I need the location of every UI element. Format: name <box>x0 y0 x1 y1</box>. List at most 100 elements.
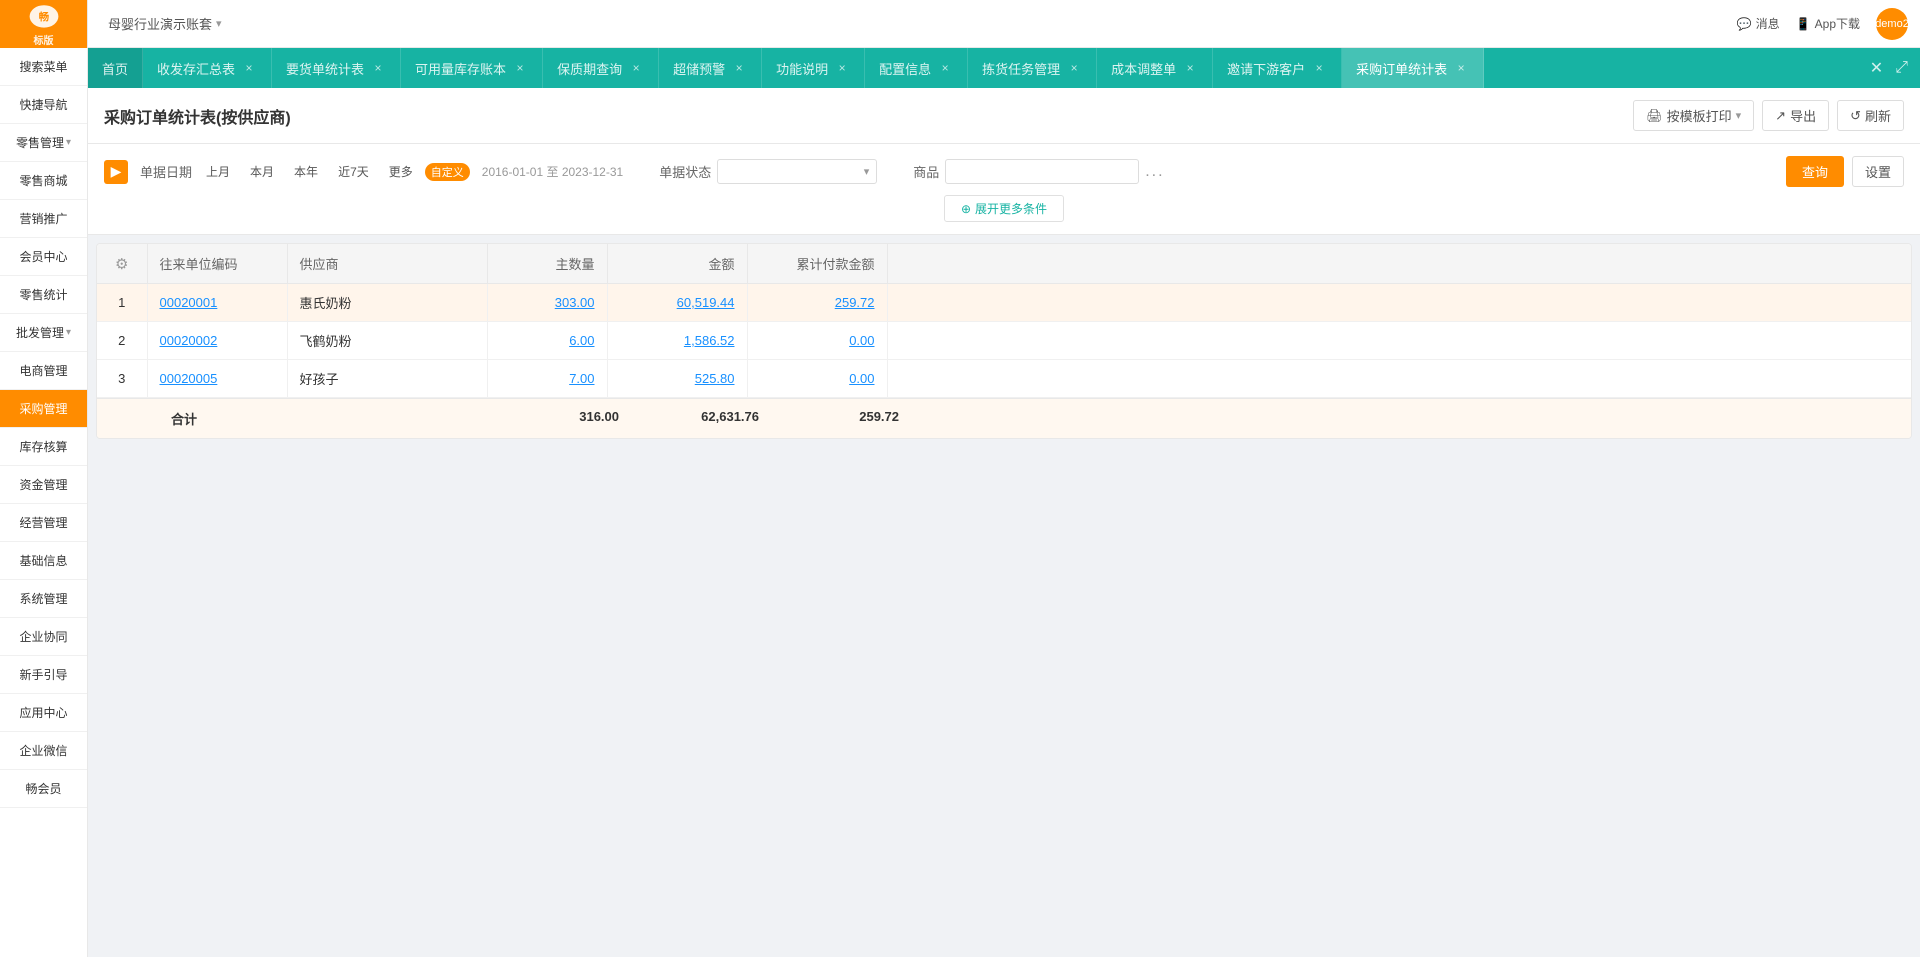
status-filter-field: 单据状态 <box>659 159 877 184</box>
user-avatar[interactable]: demo2 <box>1876 8 1908 40</box>
sidebar-item-enterprise-wechat[interactable]: 企业微信 <box>0 732 87 770</box>
sidebar: 畅 标版 搜索菜单快捷导航零售管理▾零售商城营销推广会员中心零售统计批发管理▾电… <box>0 0 88 957</box>
query-btn[interactable]: 查询 <box>1786 156 1844 187</box>
sidebar-item-retail-mall[interactable]: 零售商城 <box>0 162 87 200</box>
tab-close-invite-downstream[interactable]: × <box>1311 60 1327 76</box>
tab-invite-downstream[interactable]: 邀请下游客户 × <box>1213 48 1342 88</box>
more-date-shortcut[interactable]: 更多 <box>381 161 421 182</box>
cell-code-1[interactable]: 00020002 <box>147 322 287 360</box>
tab-close-pick-task[interactable]: × <box>1066 60 1082 76</box>
sidebar-item-marketing[interactable]: 营销推广 <box>0 200 87 238</box>
export-btn[interactable]: ↗ 导出 <box>1762 100 1829 131</box>
goods-label: 商品 <box>913 162 939 181</box>
tab-func-desc[interactable]: 功能说明× <box>762 48 865 88</box>
sidebar-item-vip[interactable]: 畅会员 <box>0 770 87 808</box>
maximize-btn[interactable]: ⤢ <box>1891 55 1912 81</box>
cell-code-0[interactable]: 00020001 <box>147 284 287 322</box>
sidebar-item-ecommerce[interactable]: 电商管理 <box>0 352 87 390</box>
tab-close-purchase-stats[interactable]: × <box>1453 60 1469 76</box>
tab-close-receive[interactable]: × <box>241 60 257 76</box>
app-subtitle: 标版 <box>34 32 54 47</box>
tab-close-func-desc[interactable]: × <box>834 60 850 76</box>
tab-close-overstock[interactable]: × <box>731 60 747 76</box>
tab-config-info[interactable]: 配置信息× <box>865 48 968 88</box>
sidebar-item-enterprise[interactable]: 企业协同 <box>0 618 87 656</box>
col-header-code: 往来单位编码 <box>147 244 287 284</box>
tab-home[interactable]: 首页 <box>88 48 143 88</box>
sidebar-item-new-guide[interactable]: 新手引导 <box>0 656 87 694</box>
sidebar-item-retail-stats[interactable]: 零售统计 <box>0 276 87 314</box>
custom-date-badge[interactable]: 自定义 <box>425 163 470 181</box>
filter-toggle-btn[interactable]: ▶ <box>104 160 128 184</box>
close-all-tabs-btn[interactable]: ✕ <box>1866 54 1887 82</box>
sidebar-item-purchase[interactable]: 采购管理 <box>0 390 87 428</box>
table-row: 2 00020002 飞鹤奶粉 6.00 1,586.52 0.00 <box>97 322 1911 360</box>
status-select[interactable] <box>717 159 877 184</box>
print-btn[interactable]: 🖨 按模板打印 ▾ <box>1633 100 1754 131</box>
tab-close-expiry-query[interactable]: × <box>628 60 644 76</box>
sidebar-item-label-quick-nav: 快捷导航 <box>19 96 67 113</box>
sidebar-item-business[interactable]: 经营管理 <box>0 504 87 542</box>
tab-purchase-stats[interactable]: 采购订单统计表× <box>1342 48 1484 88</box>
app-download-btn[interactable]: 📱 App下载 <box>1796 15 1860 32</box>
tabbar-end: ✕ ⤢ <box>1866 54 1920 82</box>
cell-supplier-0: 惠氏奶粉 <box>287 284 487 322</box>
this-year-shortcut[interactable]: 本年 <box>286 161 326 182</box>
sidebar-item-member[interactable]: 会员中心 <box>0 238 87 276</box>
tab-receive[interactable]: 收发存汇总表× <box>143 48 272 88</box>
tab-label-invite-downstream: 邀请下游客户 <box>1227 59 1305 78</box>
last-month-shortcut[interactable]: 上月 <box>198 161 238 182</box>
tab-close-order-stats[interactable]: × <box>370 60 386 76</box>
footer-qty: 316.00 <box>499 409 619 428</box>
cell-amount-2[interactable]: 525.80 <box>607 360 747 398</box>
sidebar-item-quick-nav[interactable]: 快捷导航 <box>0 86 87 124</box>
col-header-paid: 累计付款金额 <box>747 244 887 284</box>
tab-order-stats[interactable]: 要货单统计表 × <box>272 48 401 88</box>
message-btn[interactable]: 💬 消息 <box>1737 15 1780 32</box>
sidebar-item-inventory[interactable]: 库存核算 <box>0 428 87 466</box>
tab-close-available-stock[interactable]: × <box>512 60 528 76</box>
this-month-shortcut[interactable]: 本月 <box>242 161 282 182</box>
table-settings-icon[interactable]: ⚙ <box>115 256 128 273</box>
settings-btn[interactable]: 设置 <box>1852 156 1904 187</box>
footer-empty <box>109 409 159 428</box>
sidebar-item-label-retail-stats: 零售统计 <box>19 286 67 303</box>
goods-input[interactable] <box>945 159 1139 184</box>
account-switcher[interactable]: 母婴行业演示账套 ▾ <box>100 10 230 37</box>
7days-shortcut[interactable]: 近7天 <box>330 161 377 182</box>
cell-qty-0[interactable]: 303.00 <box>487 284 607 322</box>
topbar-actions: 💬 消息 📱 App下载 demo2 <box>1737 8 1908 40</box>
tab-label-cost-adjust: 成本调整单 <box>1111 59 1176 78</box>
sidebar-item-search[interactable]: 搜索菜单 <box>0 48 87 86</box>
col-header-extra <box>887 244 1911 284</box>
refresh-btn[interactable]: ↺ 刷新 <box>1837 100 1904 131</box>
tab-close-cost-adjust[interactable]: × <box>1182 60 1198 76</box>
cell-qty-2[interactable]: 7.00 <box>487 360 607 398</box>
status-label: 单据状态 <box>659 162 711 181</box>
sidebar-item-retail[interactable]: 零售管理▾ <box>0 124 87 162</box>
tab-cost-adjust[interactable]: 成本调整单 × <box>1097 48 1213 88</box>
footer-paid: 259.72 <box>759 409 899 428</box>
sidebar-item-finance[interactable]: 资金管理 <box>0 466 87 504</box>
cell-paid-1[interactable]: 0.00 <box>747 322 887 360</box>
sidebar-item-label-app-center: 应用中心 <box>19 704 67 721</box>
cell-paid-2[interactable]: 0.00 <box>747 360 887 398</box>
sidebar-item-basic-info[interactable]: 基础信息 <box>0 542 87 580</box>
sidebar-item-app-center[interactable]: 应用中心 <box>0 694 87 732</box>
sidebar-item-wholesale[interactable]: 批发管理▾ <box>0 314 87 352</box>
tab-close-config-info[interactable]: × <box>937 60 953 76</box>
date-filter-field: 单据日期 上月 本月 本年 近7天 更多 自定义 <box>140 161 470 182</box>
tab-pick-task[interactable]: 拣货任务管理× <box>968 48 1097 88</box>
tab-available-stock[interactable]: 可用量库存账本× <box>401 48 543 88</box>
cell-amount-1[interactable]: 1,586.52 <box>607 322 747 360</box>
tab-label-order-stats: 要货单统计表 <box>286 59 364 78</box>
cell-amount-0[interactable]: 60,519.44 <box>607 284 747 322</box>
cell-paid-0[interactable]: 259.72 <box>747 284 887 322</box>
expand-filter-btn[interactable]: ⊕ 展开更多条件 <box>944 195 1064 222</box>
sidebar-item-system[interactable]: 系统管理 <box>0 580 87 618</box>
tab-overstock[interactable]: 超储预警× <box>659 48 762 88</box>
cell-code-2[interactable]: 00020005 <box>147 360 287 398</box>
tab-expiry-query[interactable]: 保质期查询× <box>543 48 659 88</box>
more-fields-dots[interactable]: ... <box>1145 163 1164 181</box>
cell-qty-1[interactable]: 6.00 <box>487 322 607 360</box>
